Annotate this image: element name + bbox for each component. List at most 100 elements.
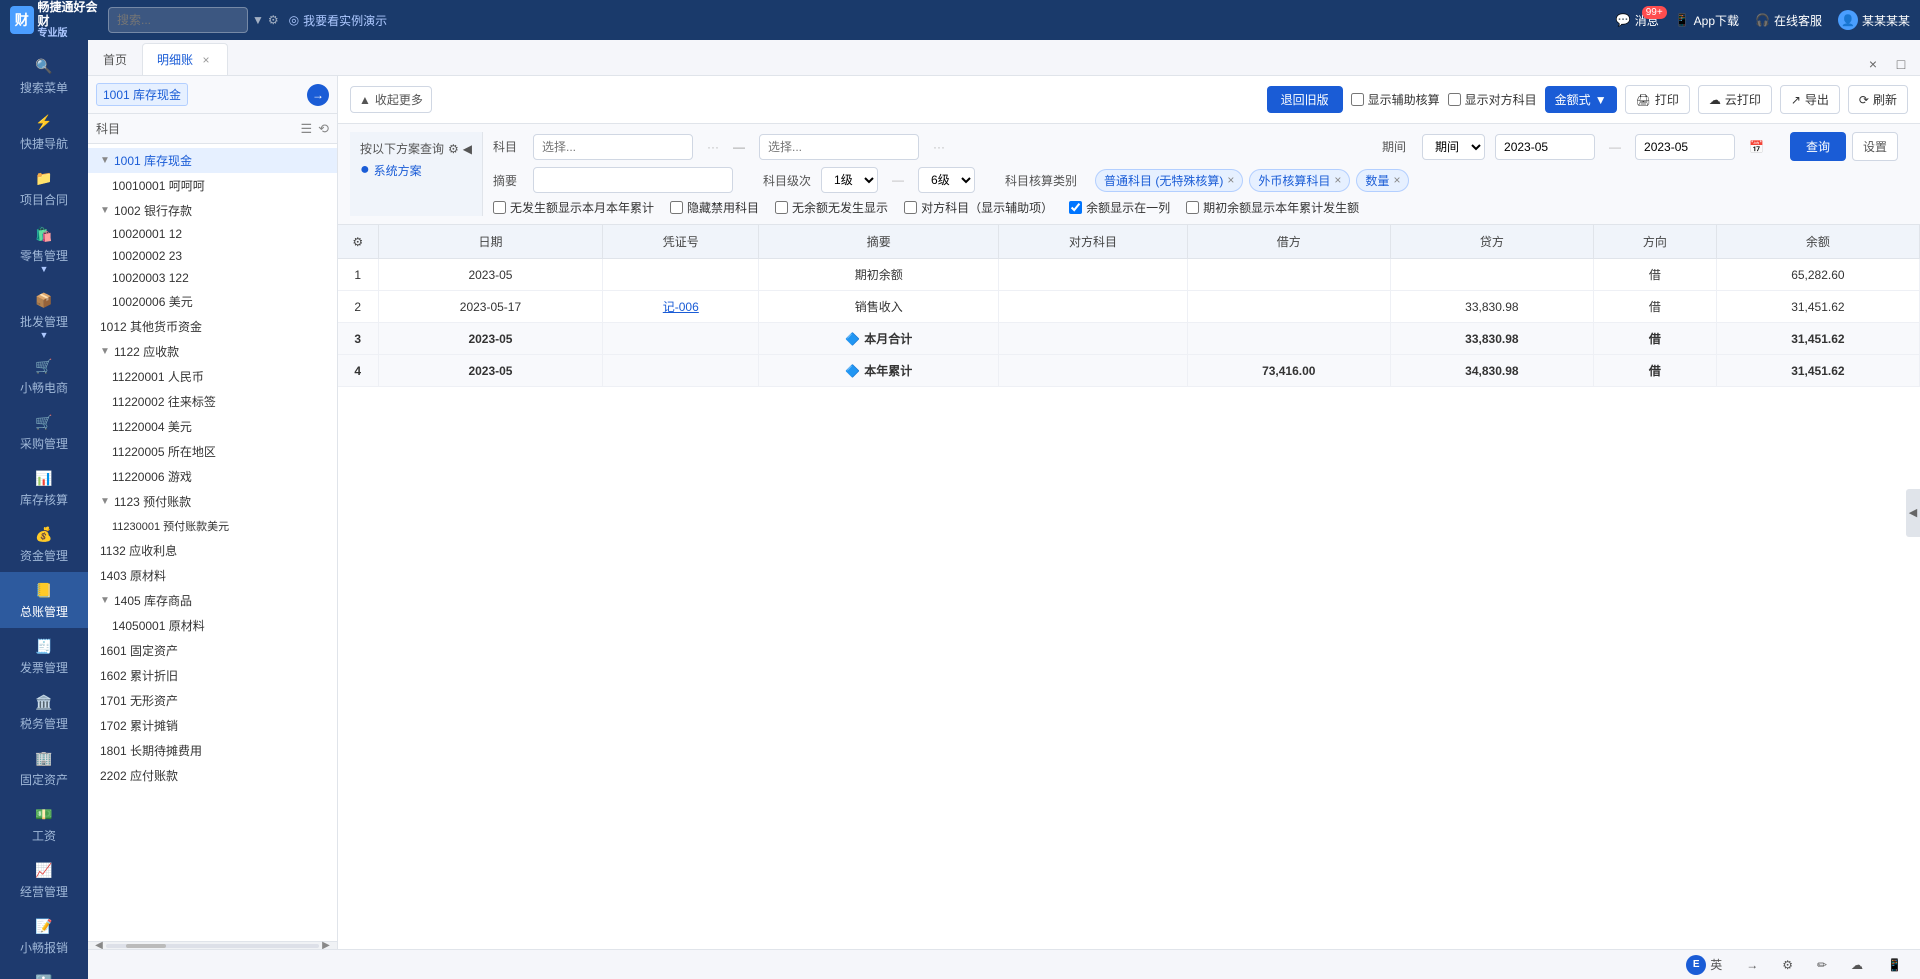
demo-link[interactable]: ◎ 我要看实例演示 bbox=[289, 12, 388, 29]
bottom-lang-btn[interactable]: E 英 bbox=[1680, 953, 1728, 977]
account-item-11220005[interactable]: 11220005 所在地区 bbox=[88, 439, 337, 464]
show-contra-checkbox[interactable]: 显示对方科目 bbox=[1448, 91, 1537, 108]
account-item-1601[interactable]: 1601 固定资产 bbox=[88, 638, 337, 663]
bottom-cloud-btn[interactable]: ☁ bbox=[1845, 956, 1869, 974]
subject-filter-input2[interactable] bbox=[759, 134, 919, 160]
account-item-1012[interactable]: 1012 其他货币资金 bbox=[88, 314, 337, 339]
top-search-input[interactable] bbox=[108, 7, 248, 33]
query-btn[interactable]: 查询 bbox=[1790, 132, 1846, 161]
cloud-print-btn[interactable]: ☁ 云打印 bbox=[1698, 85, 1772, 114]
voucher-link[interactable]: 记-006 bbox=[663, 300, 699, 314]
tab-ledger[interactable]: 明细账 × bbox=[142, 43, 228, 75]
right-collapse-btn[interactable]: ◀ bbox=[1906, 489, 1920, 537]
sidebar-item-wholesale[interactable]: 📦 批发管理 ▼ bbox=[0, 282, 88, 348]
sidebar-item-retail[interactable]: 🛍️ 零售管理 ▼ bbox=[0, 216, 88, 282]
list-view-icon[interactable]: ☰ bbox=[300, 121, 312, 137]
scrollbar-track[interactable] bbox=[106, 944, 319, 948]
user-btn[interactable]: 👤 某某某某 bbox=[1838, 10, 1910, 30]
bottom-edit-btn[interactable]: ✏ bbox=[1811, 956, 1833, 974]
filter-tag-quantity-close[interactable]: × bbox=[1393, 173, 1400, 187]
period-start-input[interactable] bbox=[1495, 134, 1595, 160]
print-btn[interactable]: 🖨 打印 bbox=[1625, 85, 1690, 114]
account-item-11230001[interactable]: 11230001 预付账款美元 bbox=[88, 514, 337, 538]
account-item-10010001[interactable]: 10010001 呵呵呵 bbox=[88, 173, 337, 198]
account-item-11220001[interactable]: 11220001 人民币 bbox=[88, 364, 337, 389]
amount-style-dropdown[interactable]: 金额式 ▼ bbox=[1545, 86, 1617, 113]
app-download-btn[interactable]: 📱 App下载 bbox=[1675, 12, 1739, 29]
online-service-btn[interactable]: 🎧 在线客服 bbox=[1755, 12, 1822, 29]
account-item-1602[interactable]: 1602 累计折旧 bbox=[88, 663, 337, 688]
sidebar-item-shortcut[interactable]: ⚡ 快捷导航 bbox=[0, 104, 88, 160]
account-item-1122[interactable]: ▼ 1122 应收款 bbox=[88, 339, 337, 364]
sidebar-item-search[interactable]: 🔍 搜索菜单 bbox=[0, 48, 88, 104]
settings-top-icon[interactable]: ⚙ bbox=[268, 13, 279, 27]
sidebar-item-fixed-assets[interactable]: 🏢 固定资产 bbox=[0, 740, 88, 796]
expand-tree-icon[interactable]: ⟲ bbox=[318, 121, 329, 137]
no-opening-checkbox[interactable]: 期初余额显示本年累计发生额 bbox=[1186, 199, 1359, 216]
tab-home[interactable]: 首页 bbox=[88, 43, 142, 75]
account-item-11220006[interactable]: 11220006 游戏 bbox=[88, 464, 337, 489]
account-item-2202[interactable]: 2202 应付账款 bbox=[88, 763, 337, 788]
sidebar-item-business[interactable]: 📈 经营管理 bbox=[0, 852, 88, 908]
expand-filter-btn[interactable]: ▲ 收起更多 bbox=[350, 86, 432, 113]
sidebar-item-ledger[interactable]: 📒 总账管理 bbox=[0, 572, 88, 628]
scroll-left-btn[interactable]: ◀ bbox=[92, 939, 106, 950]
no-balance-checkbox[interactable]: 无发生额显示本月本年累计 bbox=[493, 199, 654, 216]
account-item-1801[interactable]: 1801 长期待摊费用 bbox=[88, 738, 337, 763]
account-item-1701[interactable]: 1701 无形资产 bbox=[88, 688, 337, 713]
query-scheme-settings-icon[interactable]: ⚙ bbox=[448, 142, 459, 156]
refresh-btn[interactable]: ⟳ 刷新 bbox=[1848, 85, 1908, 114]
search-dropdown-icon[interactable]: ▼ bbox=[252, 13, 264, 27]
system-scheme-btn[interactable]: ● 系统方案 bbox=[360, 161, 472, 179]
filter-tag-foreign-close[interactable]: × bbox=[1334, 173, 1341, 187]
account-item-10020002[interactable]: 10020002 23 bbox=[88, 245, 337, 267]
query-scheme-collapse-icon[interactable]: ◀ bbox=[463, 142, 472, 156]
account-item-1403[interactable]: 1403 原材料 bbox=[88, 563, 337, 588]
bottom-mobile-btn[interactable]: 📱 bbox=[1881, 956, 1908, 974]
account-item-1123[interactable]: ▼ 1123 预付账款 bbox=[88, 489, 337, 514]
sidebar-item-inventory[interactable]: 📊 库存核算 bbox=[0, 460, 88, 516]
sidebar-item-tax[interactable]: 🏛️ 税务管理 bbox=[0, 684, 88, 740]
window-close-btn[interactable]: × bbox=[1862, 53, 1884, 75]
sidebar-item-project[interactable]: 📁 项目合同 bbox=[0, 160, 88, 216]
account-item-10020006[interactable]: 10020006 美元 bbox=[88, 289, 337, 314]
sidebar-item-ecommerce[interactable]: 🛒 小畅电商 bbox=[0, 348, 88, 404]
period-end-input[interactable] bbox=[1635, 134, 1735, 160]
bottom-arrow-btn[interactable]: → bbox=[1740, 956, 1764, 974]
account-item-1002[interactable]: ▼ 1002 银行存款 bbox=[88, 198, 337, 223]
no-amount-checkbox[interactable]: 无余额无发生显示 bbox=[775, 199, 888, 216]
account-item-10020003[interactable]: 10020003 122 bbox=[88, 267, 337, 289]
sidebar-item-basic[interactable]: ℹ️ 基础信息 bbox=[0, 964, 88, 979]
sidebar-item-expense[interactable]: 📝 小畅报销 bbox=[0, 908, 88, 964]
sidebar-item-purchase[interactable]: 🛒 采购管理 bbox=[0, 404, 88, 460]
scroll-right-btn[interactable]: ▶ bbox=[319, 939, 333, 950]
level-end-select[interactable]: 6级 1级 2级 bbox=[918, 167, 975, 193]
hide-disabled-checkbox[interactable]: 隐藏禁用科目 bbox=[670, 199, 759, 216]
account-item-1132[interactable]: 1132 应收利息 bbox=[88, 538, 337, 563]
calendar-icon[interactable]: 📅 bbox=[1749, 140, 1764, 154]
account-item-10020001[interactable]: 10020001 12 bbox=[88, 223, 337, 245]
sidebar-item-salary[interactable]: 💵 工资 bbox=[0, 796, 88, 852]
export-btn[interactable]: ↗ 导出 bbox=[1780, 85, 1840, 114]
sidebar-item-finance[interactable]: 💰 资金管理 bbox=[0, 516, 88, 572]
bottom-settings-btn[interactable]: ⚙ bbox=[1776, 956, 1799, 974]
account-item-11220004[interactable]: 11220004 美元 bbox=[88, 414, 337, 439]
balance-one-col-checkbox[interactable]: 余额显示在一列 bbox=[1069, 199, 1170, 216]
account-item-1001[interactable]: ▼ 1001 库存现金 bbox=[88, 148, 337, 173]
show-aux-checkbox[interactable]: 显示辅助核算 bbox=[1351, 91, 1440, 108]
filter-settings-btn[interactable]: 设置 bbox=[1852, 132, 1898, 161]
account-item-1405[interactable]: ▼ 1405 库存商品 bbox=[88, 588, 337, 613]
account-item-11220002[interactable]: 11220002 往来标签 bbox=[88, 389, 337, 414]
message-btn[interactable]: 💬 消息 99+ bbox=[1616, 12, 1659, 29]
filter-tag-normal-close[interactable]: × bbox=[1227, 173, 1234, 187]
account-item-1702[interactable]: 1702 累计摊销 bbox=[88, 713, 337, 738]
level-start-select[interactable]: 1级 2级 3级 bbox=[821, 167, 878, 193]
period-type-select[interactable]: 期间 bbox=[1422, 134, 1485, 160]
back-version-btn[interactable]: 退回旧版 bbox=[1267, 86, 1343, 113]
account-item-14050001[interactable]: 14050001 原材料 bbox=[88, 613, 337, 638]
subject-filter-input[interactable] bbox=[533, 134, 693, 160]
contra-checkbox[interactable]: 对方科目（显示辅助项） bbox=[904, 199, 1053, 216]
window-maximize-btn[interactable]: □ bbox=[1890, 53, 1912, 75]
tab-ledger-close[interactable]: × bbox=[199, 53, 213, 67]
sidebar-item-invoice[interactable]: 🧾 发票管理 bbox=[0, 628, 88, 684]
